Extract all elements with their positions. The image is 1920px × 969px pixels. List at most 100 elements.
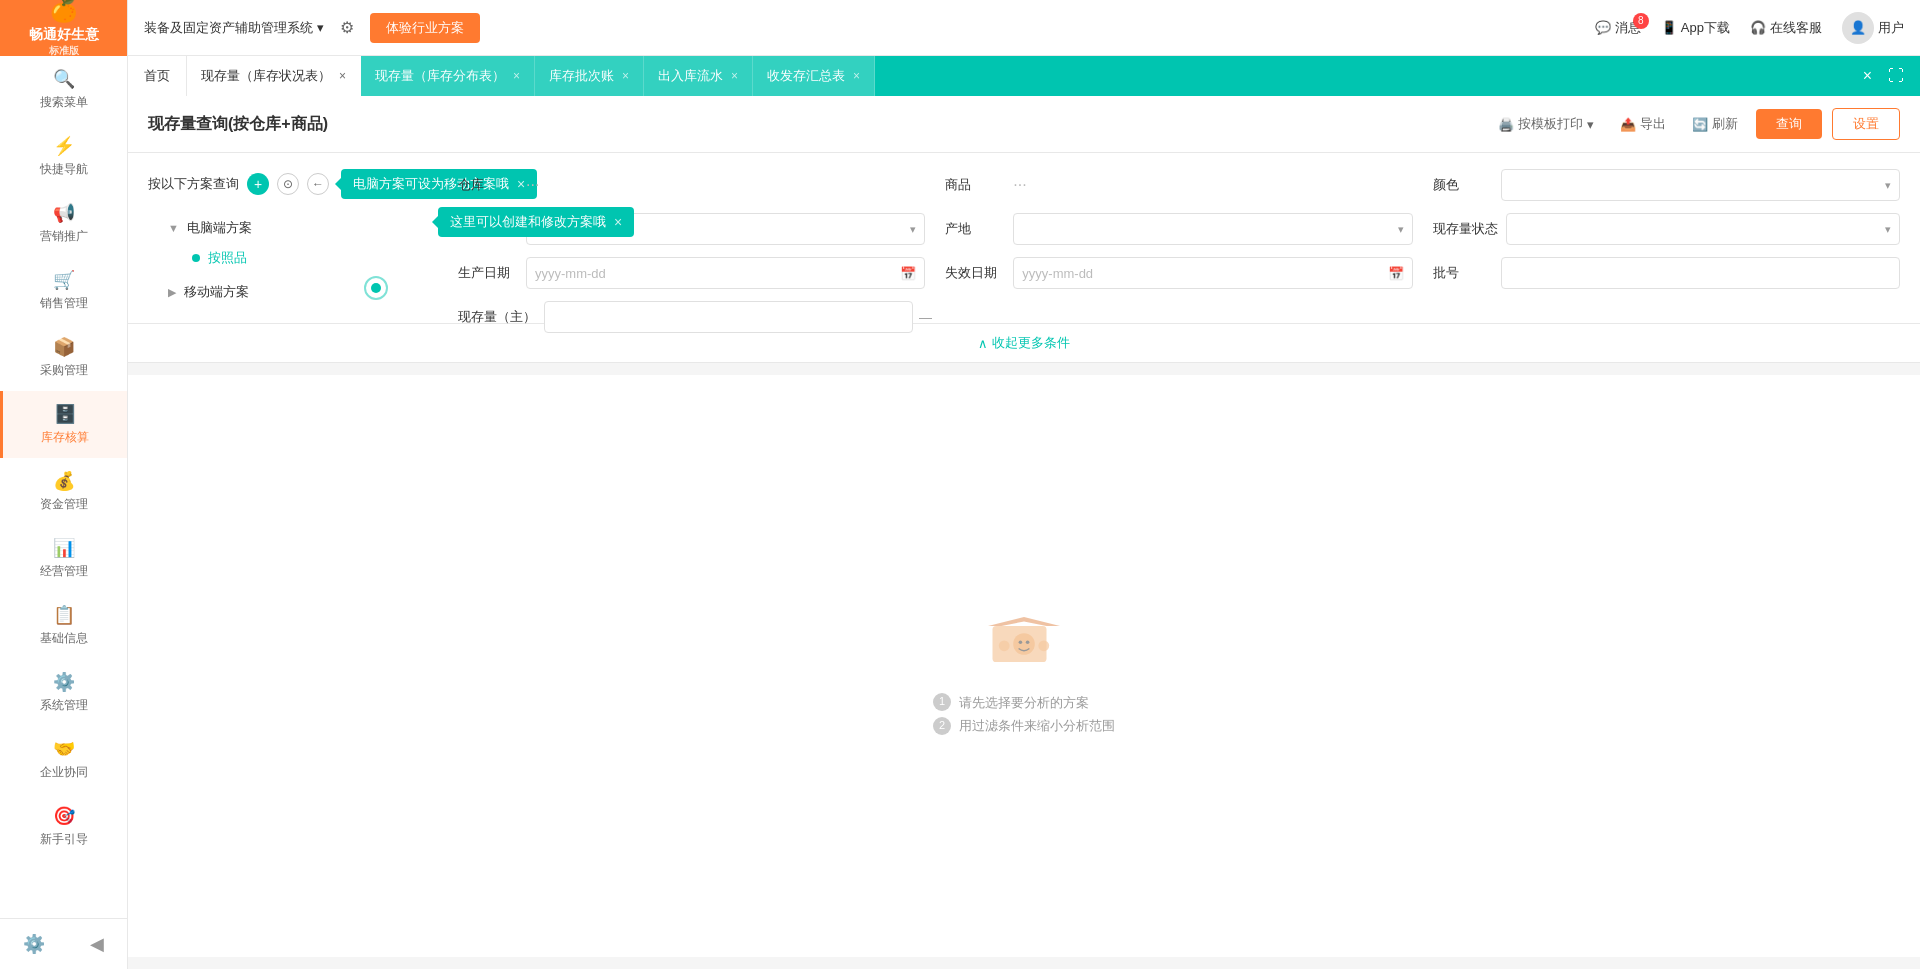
tab-stock-status[interactable]: 现存量（库存状况表） × xyxy=(187,56,361,96)
filter-row-1: 仓库 ··· 商品 ··· 颜色 ▾ xyxy=(458,169,1900,201)
user-btn[interactable]: 👤 用户 xyxy=(1842,12,1904,44)
svg-point-4 xyxy=(999,640,1010,651)
sidebar-item-label: 企业协同 xyxy=(40,764,88,781)
support-btn[interactable]: 🎧 在线客服 xyxy=(1750,19,1822,37)
svg-point-1 xyxy=(1013,633,1035,655)
content-area: 现存量查询(按仓库+商品) 🖨️ 按模板打印 ▾ 📤 导出 🔄 刷新 查询 设置 xyxy=(128,96,1920,969)
tab-close-icon[interactable]: × xyxy=(853,69,860,83)
sidebar-item-operation[interactable]: 📊 经营管理 xyxy=(0,525,127,592)
sidebar-item-nav[interactable]: ⚡ 快捷导航 xyxy=(0,123,127,190)
empty-state: 1 请先选择要分析的方案 2 用过滤条件来缩小分析范围 xyxy=(128,375,1920,957)
header-left: 装备及固定资产辅助管理系统 ▾ ⚙ 体验行业方案 xyxy=(144,13,480,43)
tab-home[interactable]: 首页 xyxy=(128,56,187,96)
system-name-dropdown[interactable]: 装备及固定资产辅助管理系统 ▾ xyxy=(144,19,324,37)
stock-qty-label: 现存量（主） xyxy=(458,308,536,326)
sidebar-item-basic[interactable]: 📋 基础信息 xyxy=(0,592,127,659)
message-btn[interactable]: 💬 消息 8 xyxy=(1595,19,1641,37)
main-area: 装备及固定资产辅助管理系统 ▾ ⚙ 体验行业方案 💬 消息 8 📱 App下载 … xyxy=(128,0,1920,969)
stock-status-select[interactable]: ▾ xyxy=(1506,213,1900,245)
color-dropdown-icon: ▾ xyxy=(1885,179,1891,192)
query-btn[interactable]: 查询 xyxy=(1756,109,1822,139)
sidebar-item-finance[interactable]: 💰 资金管理 xyxy=(0,458,127,525)
sidebar-item-enterprise[interactable]: 🤝 企业协同 xyxy=(0,726,127,793)
finance-icon: 💰 xyxy=(53,470,75,492)
basic-icon: 📋 xyxy=(53,604,75,626)
tab-in-out[interactable]: 出入库流水 × xyxy=(644,56,753,96)
collapse-sidebar-btn[interactable]: ◀ xyxy=(82,929,112,959)
tab-label: 现存量（库存状况表） xyxy=(201,67,331,85)
warehouse-dots[interactable]: ··· xyxy=(526,176,539,194)
tab-collect[interactable]: 收发存汇总表 × xyxy=(753,56,875,96)
empty-hint-1: 1 请先选择要分析的方案 xyxy=(933,691,1115,714)
prod-date-input[interactable]: yyyy-mm-dd 📅 xyxy=(526,257,925,289)
sidebar-item-marketing[interactable]: 📢 营销推广 xyxy=(0,190,127,257)
color-select[interactable]: ▾ xyxy=(1501,169,1900,201)
stock-qty-field: 现存量（主） — xyxy=(458,301,932,333)
filter-back-btn[interactable]: ← xyxy=(307,173,329,195)
origin-dropdown-icon: ▾ xyxy=(1398,223,1404,236)
app-download-btn[interactable]: 📱 App下载 xyxy=(1661,19,1730,37)
industry-btn[interactable]: 体验行业方案 xyxy=(370,13,480,43)
tab-close-icon[interactable]: × xyxy=(513,69,520,83)
enterprise-icon: 🤝 xyxy=(53,738,75,760)
tab-label: 库存批次账 xyxy=(549,67,614,85)
tooltip2-close-btn[interactable]: × xyxy=(614,214,622,230)
goods-label: 商品 xyxy=(945,176,1005,194)
batch-input[interactable] xyxy=(1501,257,1900,289)
settings-icon[interactable]: ⚙ xyxy=(336,14,358,41)
stock-qty-min-input[interactable] xyxy=(544,301,913,333)
svg-point-2 xyxy=(1019,640,1023,644)
sidebar-item-guide[interactable]: 🎯 新手引导 xyxy=(0,793,127,860)
sidebar-item-label: 基础信息 xyxy=(40,630,88,647)
expire-date-input[interactable]: yyyy-mm-dd 📅 xyxy=(1013,257,1412,289)
sidebar-item-label: 新手引导 xyxy=(40,831,88,848)
refresh-icon: 🔄 xyxy=(1692,117,1708,132)
tab-close-icon[interactable]: × xyxy=(622,69,629,83)
close-all-btn[interactable]: × xyxy=(1859,63,1876,89)
sidebar-item-inventory[interactable]: 🗄️ 库存核算 xyxy=(0,391,127,458)
prod-date-placeholder: yyyy-mm-dd xyxy=(535,266,606,281)
avatar: 👤 xyxy=(1842,12,1874,44)
filter-row-3: 生产日期 yyyy-mm-dd 📅 失效日期 yyyy-mm-dd 📅 xyxy=(458,257,1900,289)
sidebar-item-sales[interactable]: 🛒 销售管理 xyxy=(0,257,127,324)
sidebar-item-search[interactable]: 🔍 搜索菜单 xyxy=(0,56,127,123)
filter-row-4: 现存量（主） — xyxy=(458,301,1900,333)
empty-hints: 1 请先选择要分析的方案 2 用过滤条件来缩小分析范围 xyxy=(933,691,1115,738)
filter-add-btn[interactable]: + xyxy=(247,173,269,195)
filter-row-2: 尺码 ▾ 产地 ▾ xyxy=(458,213,1900,245)
tab-stock-batch[interactable]: 库存批次账 × xyxy=(535,56,644,96)
goods-dots[interactable]: ··· xyxy=(1013,176,1026,194)
expire-date-calendar-icon[interactable]: 📅 xyxy=(1388,266,1404,281)
export-btn[interactable]: 📤 导出 xyxy=(1612,111,1674,137)
sidebar-item-system[interactable]: ⚙️ 系统管理 xyxy=(0,659,127,726)
filter-area: 按以下方案查询 + ⊙ ← 电脑方案可设为移动方案哦 × ··· ▼ xyxy=(128,153,1920,324)
page-title: 现存量查询(按仓库+商品) xyxy=(148,114,328,135)
refresh-label: 刷新 xyxy=(1712,115,1738,133)
search-icon: 🔍 xyxy=(53,68,75,90)
print-btn[interactable]: 🖨️ 按模板打印 ▾ xyxy=(1490,111,1602,137)
refresh-btn[interactable]: 🔄 刷新 xyxy=(1684,111,1746,137)
print-icon: 🖨️ xyxy=(1498,117,1514,132)
hint2-text: 用过滤条件来缩小分析范围 xyxy=(959,714,1115,737)
prod-date-calendar-icon[interactable]: 📅 xyxy=(900,266,916,281)
tab-close-icon[interactable]: × xyxy=(339,69,346,83)
settings-btn[interactable]: ⚙️ xyxy=(15,929,53,959)
fullscreen-btn[interactable]: ⛶ xyxy=(1884,63,1908,89)
sidebar-item-purchase[interactable]: 📦 采购管理 xyxy=(0,324,127,391)
warehouse-label: 仓库 xyxy=(458,176,518,194)
tab-close-icon[interactable]: × xyxy=(731,69,738,83)
stock-status-dropdown-icon: ▾ xyxy=(1885,223,1891,236)
support-label: 在线客服 xyxy=(1770,19,1822,37)
color-label: 颜色 xyxy=(1433,176,1493,194)
expire-date-placeholder: yyyy-mm-dd xyxy=(1022,266,1093,281)
origin-select[interactable]: ▾ xyxy=(1013,213,1412,245)
message-badge: 8 xyxy=(1633,13,1649,29)
tab-stock-dist[interactable]: 现存量（库存分布表） × xyxy=(361,56,535,96)
origin-label: 产地 xyxy=(945,220,1005,238)
hint1-text: 请先选择要分析的方案 xyxy=(959,691,1089,714)
stock-status-field: 现存量状态 ▾ xyxy=(1433,213,1900,245)
filter-copy-btn[interactable]: ⊙ xyxy=(277,173,299,195)
reset-btn[interactable]: 设置 xyxy=(1832,108,1900,140)
tooltip-scheme-hint: 这里可以创建和修改方案哦 × xyxy=(438,207,634,237)
nav-icon: ⚡ xyxy=(53,135,75,157)
